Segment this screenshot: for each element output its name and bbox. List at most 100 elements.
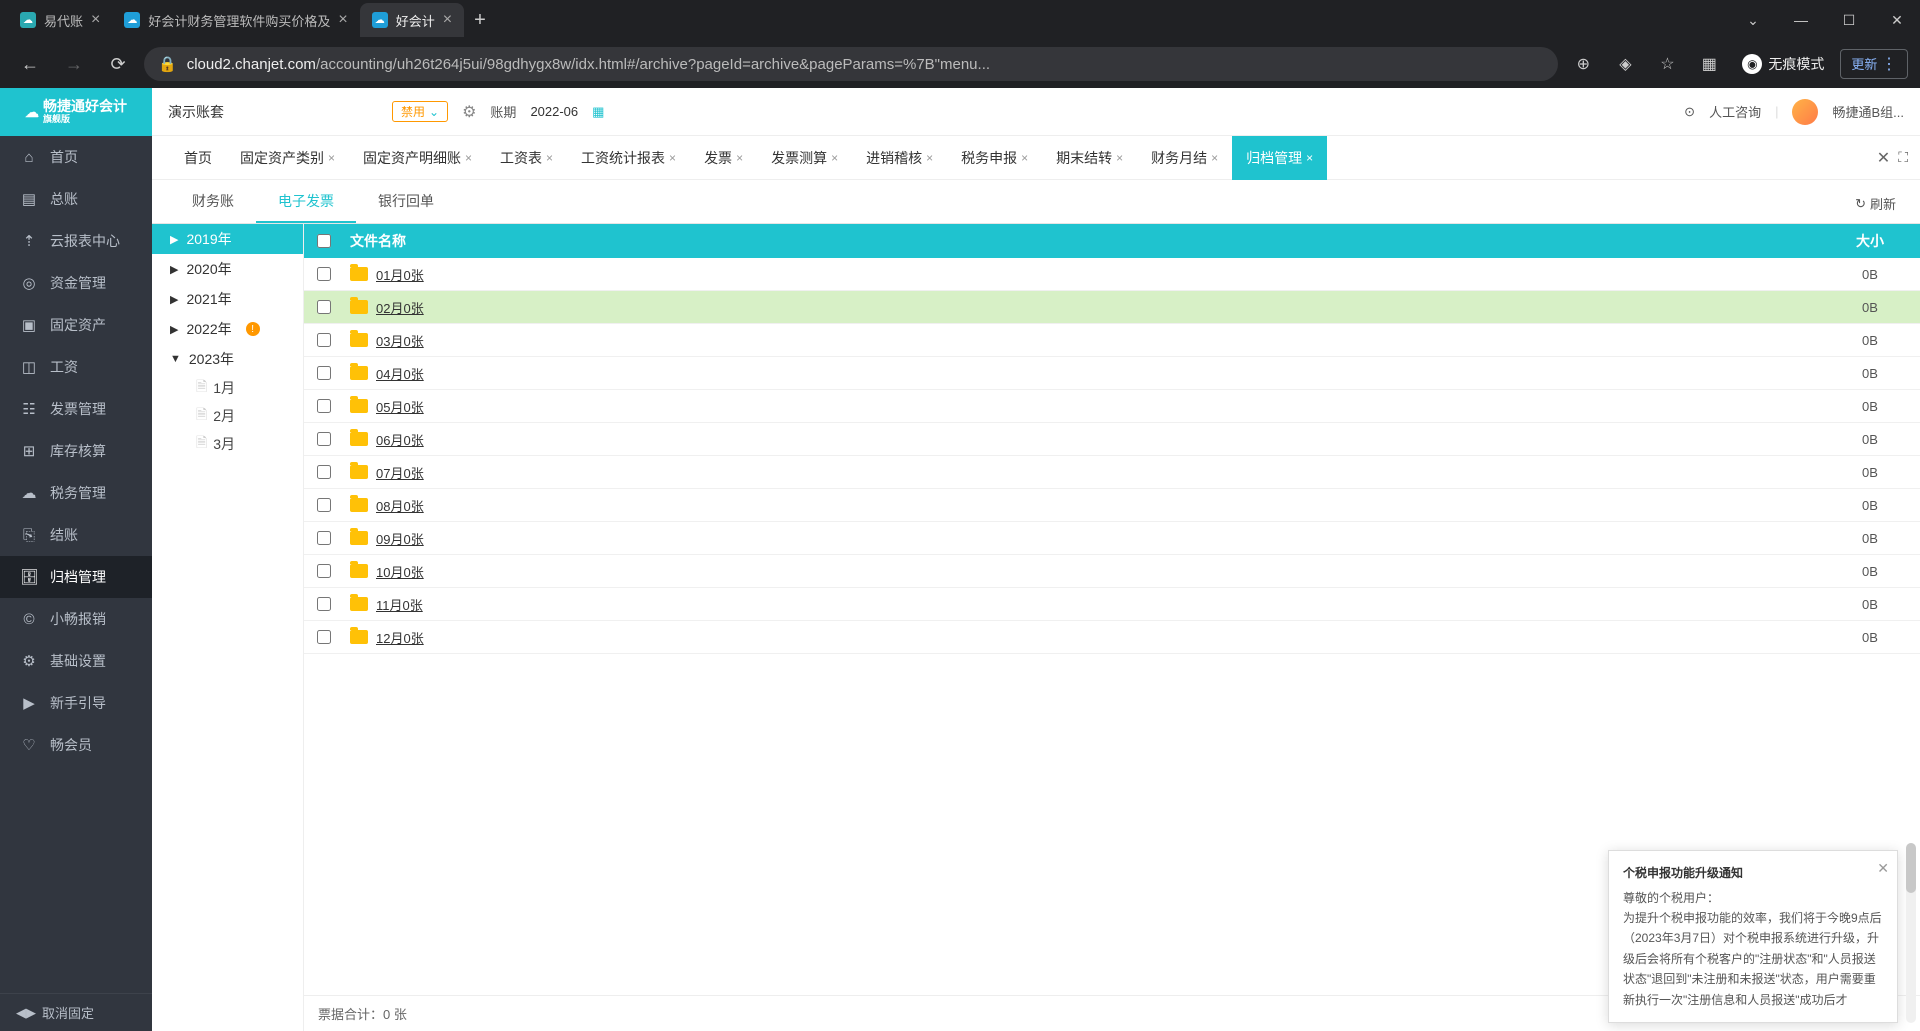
app-logo[interactable]: ☁ 畅捷通好会计旗舰版 (0, 88, 152, 136)
page-tab[interactable]: 首页 (170, 136, 226, 180)
close-icon[interactable]: × (831, 151, 838, 165)
row-checkbox[interactable] (304, 531, 344, 545)
close-icon[interactable]: × (465, 151, 472, 165)
year-item[interactable]: ▶2022年! (152, 314, 303, 344)
fullscreen-icon[interactable]: ⛶ (1898, 149, 1908, 166)
sidebar-item[interactable]: ☁税务管理 (0, 472, 152, 514)
close-all-icon[interactable]: ✕ (1877, 148, 1890, 168)
close-icon[interactable]: × (443, 11, 452, 29)
sidebar-item[interactable]: ▶新手引导 (0, 682, 152, 724)
page-tab[interactable]: 发票× (690, 136, 757, 180)
year-item[interactable]: ▶2021年 (152, 284, 303, 314)
select-all-checkbox[interactable] (304, 234, 344, 248)
sidebar-item[interactable]: 🗄归档管理 (0, 556, 152, 598)
back-button[interactable]: ← (12, 46, 48, 82)
file-link[interactable]: 10月0张 (376, 562, 424, 581)
maximize-button[interactable]: ☐ (1826, 4, 1872, 36)
month-item[interactable]: 🗎1月 (152, 374, 303, 402)
sidebar-item[interactable]: ♡畅会员 (0, 724, 152, 766)
sidebar-item[interactable]: ⇡云报表中心 (0, 220, 152, 262)
table-row[interactable]: 04月0张0B (304, 357, 1920, 390)
sidebar-item[interactable]: ⚙基础设置 (0, 640, 152, 682)
user-name[interactable]: 畅捷通B组... (1832, 102, 1904, 121)
page-tab[interactable]: 进销稽核× (852, 136, 947, 180)
table-row[interactable]: 03月0张0B (304, 324, 1920, 357)
reload-button[interactable]: ⟳ (100, 46, 136, 82)
table-row[interactable]: 12月0张0B (304, 621, 1920, 654)
file-link[interactable]: 11月0张 (376, 595, 423, 614)
sub-tab[interactable]: 电子发票 (256, 181, 356, 223)
avatar[interactable] (1792, 99, 1818, 125)
row-checkbox[interactable] (304, 498, 344, 512)
table-row[interactable]: 02月0张0B (304, 291, 1920, 324)
sidebar-item[interactable]: ⊞库存核算 (0, 430, 152, 472)
minimize-button[interactable]: ― (1778, 4, 1824, 36)
month-item[interactable]: 🗎2月 (152, 402, 303, 430)
new-tab-button[interactable]: + (464, 9, 496, 32)
file-link[interactable]: 07月0张 (376, 463, 424, 482)
close-icon[interactable]: × (1306, 151, 1313, 165)
table-row[interactable]: 07月0张0B (304, 456, 1920, 489)
year-item[interactable]: ▼2023年 (152, 344, 303, 374)
calendar-icon[interactable]: ▦ (592, 104, 604, 120)
close-icon[interactable]: × (669, 151, 676, 165)
refresh-button[interactable]: ↻ 刷新 (1855, 194, 1920, 223)
table-row[interactable]: 08月0张0B (304, 489, 1920, 522)
consult-link[interactable]: 人工咨询 (1709, 102, 1761, 121)
table-row[interactable]: 01月0张0B (304, 258, 1920, 291)
sidebar-item[interactable]: ◫工资 (0, 346, 152, 388)
sidebar-item[interactable]: ⌂首页 (0, 136, 152, 178)
unpin-button[interactable]: ◀▶ 取消固定 (0, 993, 152, 1031)
file-link[interactable]: 04月0张 (376, 364, 424, 383)
table-row[interactable]: 06月0张0B (304, 423, 1920, 456)
file-link[interactable]: 02月0张 (376, 298, 424, 317)
sidebar-item[interactable]: ©小畅报销 (0, 598, 152, 640)
page-tab[interactable]: 工资表× (486, 136, 567, 180)
close-icon[interactable]: × (736, 151, 743, 165)
page-tab[interactable]: 固定资产明细账× (349, 136, 486, 180)
browser-tab[interactable]: ☁易代账× (8, 3, 112, 37)
sidebar-item[interactable]: ▤总账 (0, 178, 152, 220)
gear-icon[interactable]: ⚙ (462, 102, 476, 122)
account-name[interactable]: 演示账套 (168, 102, 224, 122)
file-link[interactable]: 03月0张 (376, 331, 424, 350)
file-link[interactable]: 08月0张 (376, 496, 424, 515)
bookmark-icon[interactable]: ☆ (1650, 47, 1684, 81)
close-icon[interactable]: × (1021, 151, 1028, 165)
row-checkbox[interactable] (304, 267, 344, 281)
puzzle-icon[interactable]: ▦ (1692, 47, 1726, 81)
page-tab[interactable]: 工资统计报表× (567, 136, 690, 180)
browser-tab[interactable]: ☁好会计× (360, 3, 464, 37)
file-link[interactable]: 09月0张 (376, 529, 424, 548)
url-input[interactable]: 🔒 cloud2.chanjet.com/accounting/uh26t264… (144, 47, 1558, 81)
update-button[interactable]: 更新 ⋮ (1840, 49, 1908, 79)
close-icon[interactable]: × (546, 151, 553, 165)
year-item[interactable]: ▶2020年 (152, 254, 303, 284)
disable-badge[interactable]: 禁用⌄ (392, 101, 448, 122)
row-checkbox[interactable] (304, 333, 344, 347)
extension-icon[interactable]: ◈ (1608, 47, 1642, 81)
sidebar-item[interactable]: ☷发票管理 (0, 388, 152, 430)
sub-tab[interactable]: 银行回单 (356, 181, 456, 223)
row-checkbox[interactable] (304, 300, 344, 314)
table-row[interactable]: 10月0张0B (304, 555, 1920, 588)
row-checkbox[interactable] (304, 564, 344, 578)
forward-button[interactable]: → (56, 46, 92, 82)
page-tab[interactable]: 税务申报× (947, 136, 1042, 180)
sidebar-item[interactable]: ▣固定资产 (0, 304, 152, 346)
close-icon[interactable]: × (328, 151, 335, 165)
close-icon[interactable]: × (1116, 151, 1123, 165)
row-checkbox[interactable] (304, 399, 344, 413)
row-checkbox[interactable] (304, 432, 344, 446)
page-tab[interactable]: 财务月结× (1137, 136, 1232, 180)
table-row[interactable]: 11月0张0B (304, 588, 1920, 621)
row-checkbox[interactable] (304, 465, 344, 479)
close-icon[interactable]: ✕ (1877, 857, 1889, 881)
row-checkbox[interactable] (304, 366, 344, 380)
page-tab[interactable]: 发票测算× (757, 136, 852, 180)
period-value[interactable]: 2022-06 (530, 104, 578, 119)
row-checkbox[interactable] (304, 597, 344, 611)
month-item[interactable]: 🗎3月 (152, 430, 303, 458)
file-link[interactable]: 05月0张 (376, 397, 424, 416)
scrollbar[interactable] (1906, 843, 1916, 1023)
